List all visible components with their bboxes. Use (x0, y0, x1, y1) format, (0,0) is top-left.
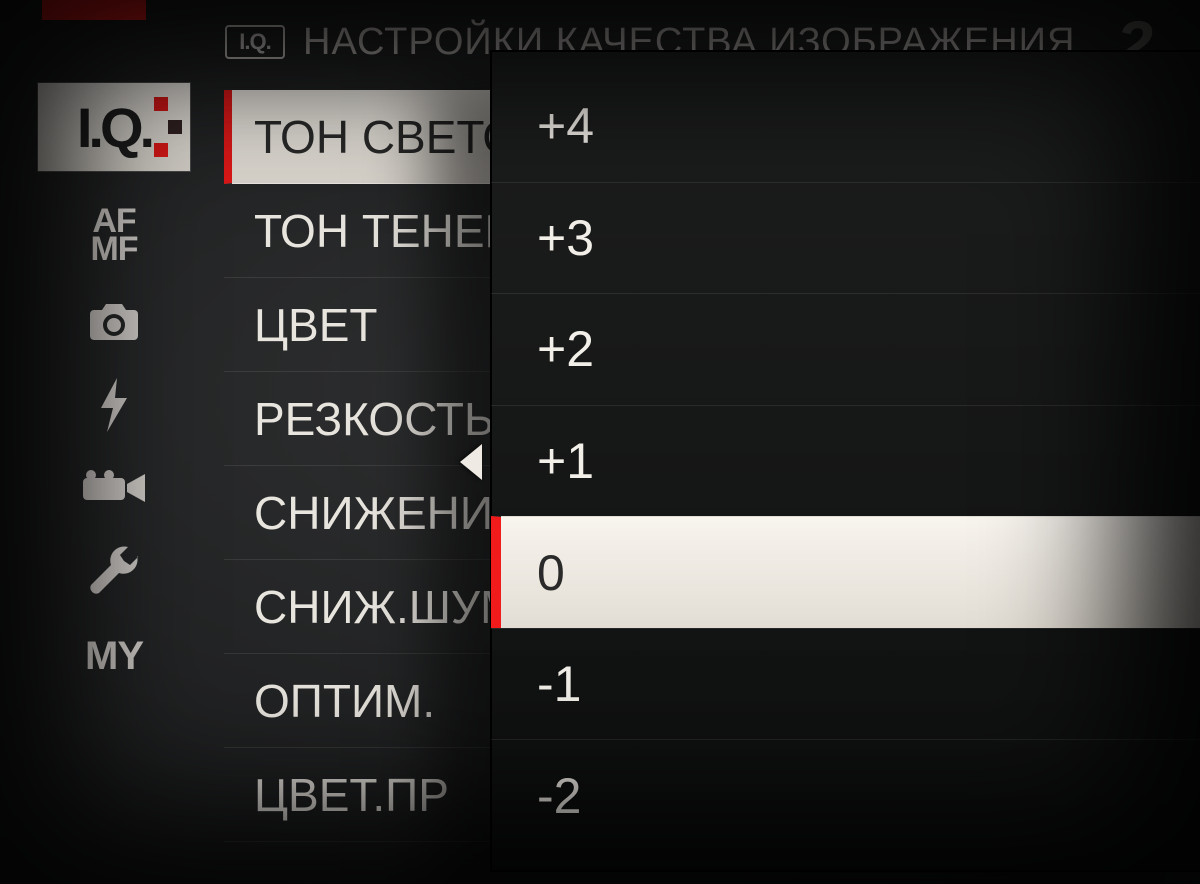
camera-icon (86, 300, 142, 342)
settings-item-label: РЕЗКОСТЬ (254, 392, 494, 446)
settings-list: ТОН СВЕТОВ ТОН ТЕНЕЙ ЦВЕТ РЕЗКОСТЬ СНИЖЕ… (224, 90, 534, 842)
camera-menu-screen: 2 I.Q. НАСТРОЙКИ КАЧЕСТВА ИЗОБРАЖЕНИЯ I.… (0, 0, 1200, 884)
sidebar-item-my[interactable]: MY (38, 634, 190, 679)
sidebar-item-label: I.Q. (77, 95, 151, 160)
settings-item-label: ОПТИМ. (254, 674, 435, 728)
sidebar-item-setup[interactable] (38, 544, 190, 598)
value-option-label: -1 (537, 655, 581, 713)
value-picker-list: +4 +3 +2 +1 0 -1 -2 (491, 71, 1200, 851)
iq-badge-icon: I.Q. (225, 25, 285, 59)
value-option-plus1[interactable]: +1 (491, 405, 1200, 517)
sidebar-item-camera[interactable] (38, 300, 190, 342)
value-option-label: +1 (537, 432, 594, 490)
value-option-plus4[interactable]: +4 (491, 71, 1200, 182)
sidebar-item-flash[interactable] (38, 378, 190, 432)
value-picker-popup: +4 +3 +2 +1 0 -1 -2 (490, 50, 1200, 872)
iq-decor-icon (154, 97, 182, 157)
sidebar-item-video[interactable] (38, 468, 190, 508)
settings-item-label: ЦВЕТ.ПР (254, 768, 449, 822)
active-tab-marker (42, 0, 146, 20)
sidebar-item-afmf[interactable]: AF MF (38, 208, 190, 264)
wrench-icon (87, 544, 141, 598)
value-option-label: +4 (537, 97, 594, 155)
value-option-zero[interactable]: 0 (491, 516, 1200, 628)
value-option-label: 0 (537, 544, 565, 602)
settings-item-long-exp-nr[interactable]: СНИЖ.ШУМ. (224, 560, 534, 654)
settings-item-shadow-tone[interactable]: ТОН ТЕНЕЙ (224, 184, 534, 278)
sidebar-item-iq[interactable]: I.Q. (37, 82, 191, 172)
settings-item-label: ЦВЕТ (254, 298, 378, 352)
value-option-label: +2 (537, 320, 594, 378)
value-option-label: -2 (537, 767, 581, 825)
settings-item-highlight-tone[interactable]: ТОН СВЕТОВ (224, 90, 534, 184)
flash-icon (97, 378, 131, 432)
sidebar-item-label: MY (85, 634, 143, 679)
menu-sidebar: I.Q. AF MF (38, 78, 190, 884)
sidebar-item-label: AF MF (90, 208, 137, 264)
settings-item-noise-reduction[interactable]: СНИЖЕНИЕ ШУМА (224, 466, 534, 560)
value-option-plus3[interactable]: +3 (491, 182, 1200, 294)
value-option-minus2[interactable]: -2 (491, 739, 1200, 851)
settings-item-color[interactable]: ЦВЕТ (224, 278, 534, 372)
settings-item-lens-opt[interactable]: ОПТИМ. (224, 654, 534, 748)
settings-item-sharpness[interactable]: РЕЗКОСТЬ (224, 372, 534, 466)
value-option-label: +3 (537, 209, 594, 267)
value-option-minus1[interactable]: -1 (491, 628, 1200, 740)
value-option-plus2[interactable]: +2 (491, 293, 1200, 405)
video-icon (83, 468, 145, 508)
settings-item-color-space[interactable]: ЦВЕТ.ПР (224, 748, 534, 842)
settings-item-label: ТОН ТЕНЕЙ (254, 204, 518, 258)
caret-left-icon (460, 444, 482, 480)
